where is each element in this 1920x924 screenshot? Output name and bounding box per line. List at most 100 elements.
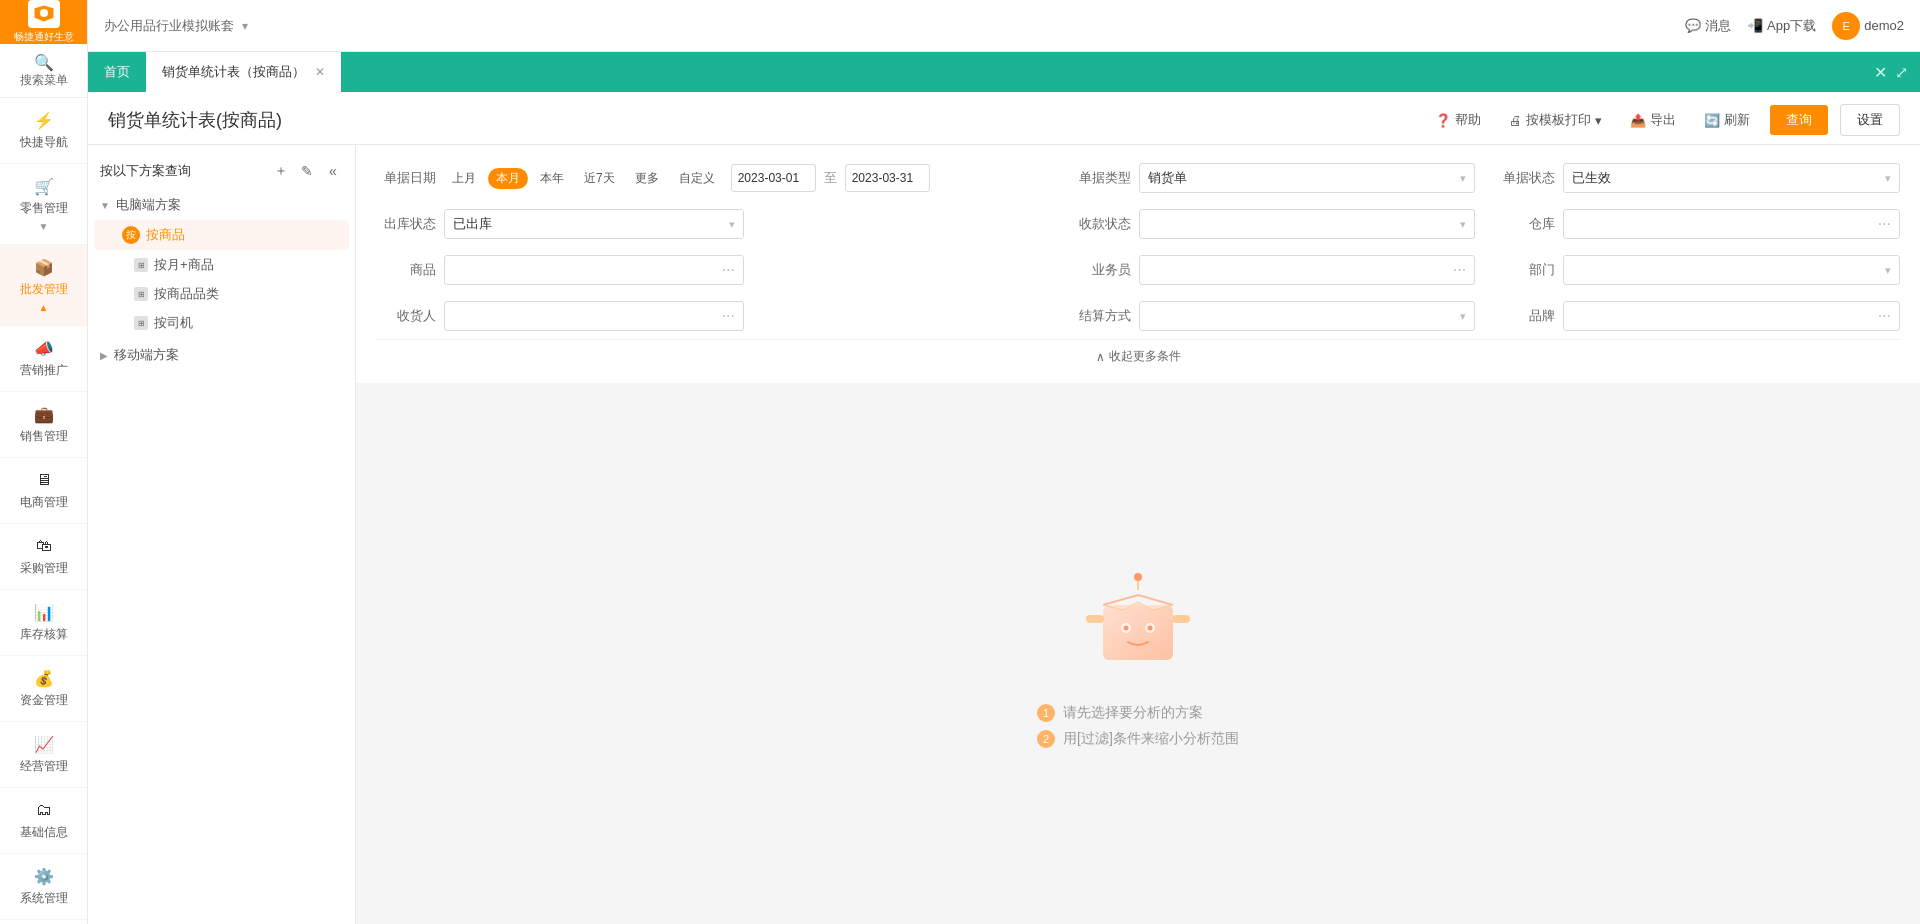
sidebar-item-purchase[interactable]: 🛍 采购管理	[0, 524, 87, 590]
sidebar-item-basic[interactable]: 🗂 基础信息	[0, 788, 87, 854]
marketing-label: 营销推广	[20, 362, 68, 379]
refresh-btn[interactable]: 🔄 刷新	[1696, 107, 1758, 133]
filter-out-status: 出库状态 已出库 ▾	[376, 209, 1051, 239]
main-area: 办公用品行业模拟账套 ▾ 💬 消息 📲 App下载 E demo2 首页	[88, 0, 1920, 924]
desktop-section-header[interactable]: ▼ 电脑端方案	[88, 191, 355, 219]
tab-home[interactable]: 首页	[88, 52, 146, 92]
refresh-label: 刷新	[1724, 111, 1750, 129]
tab-home-label: 首页	[104, 63, 130, 81]
topbar-right: 💬 消息 📲 App下载 E demo2	[1685, 12, 1904, 40]
tab-fullscreen-btn[interactable]: ⤢	[1895, 63, 1908, 82]
settings-btn[interactable]: 设置	[1840, 104, 1900, 136]
tab-report[interactable]: 销货单统计表（按商品） ✕	[146, 52, 341, 92]
tab-close-all-btn[interactable]: ✕	[1874, 63, 1887, 82]
operations-label: 经营管理	[20, 758, 68, 775]
receiver-input[interactable]: ···	[444, 301, 744, 331]
sidebar-item-system[interactable]: ⚙️ 系统管理	[0, 854, 87, 920]
date-from-input[interactable]: 2023-03-01	[731, 164, 816, 192]
doc-status-arrow: ▾	[1885, 172, 1891, 185]
help-icon: ❓	[1435, 113, 1451, 128]
warehouse-input[interactable]: ···	[1563, 209, 1900, 239]
filter-section: 单据日期 上月 本月 本年 近7天 更多 自定义	[356, 145, 1920, 383]
date-range: 上月 本月 本年 近7天 更多 自定义 2023-03-01	[444, 164, 1051, 192]
sidebar-item-operations[interactable]: 📈 经营管理	[0, 722, 87, 788]
template-print-btn[interactable]: 🖨 按模板打印 ▾	[1501, 107, 1610, 133]
collapse-panel-btn[interactable]: «	[323, 161, 343, 181]
quicknav-label: 快捷导航	[20, 134, 68, 151]
sidebar-item-retail[interactable]: 🛒 零售管理 ▼	[0, 164, 87, 245]
logo-text: 畅捷通好生意	[14, 30, 74, 44]
tab-report-label: 销货单统计表（按商品）	[162, 63, 305, 81]
date-pills: 上月 本月 本年 近7天 更多 自定义	[444, 168, 723, 189]
sidebar-item-ecommerce[interactable]: 🖥 电商管理	[0, 458, 87, 524]
sidebar-search-item[interactable]: 🔍 搜索菜单	[0, 44, 87, 98]
out-status-select[interactable]: 已出库 ▾	[444, 209, 744, 239]
date-pill-thismonth[interactable]: 本月	[488, 168, 528, 189]
date-pill-more[interactable]: 更多	[627, 168, 667, 189]
brand-input[interactable]: ···	[1563, 301, 1900, 331]
sidebar-item-inventory[interactable]: 📊 库存核算	[0, 590, 87, 656]
export-label: 导出	[1650, 111, 1676, 129]
search-icon: 🔍	[34, 52, 54, 72]
company-dropdown[interactable]: ▾	[242, 19, 248, 33]
out-status-arrow: ▾	[729, 218, 735, 231]
user-btn[interactable]: E demo2	[1832, 12, 1904, 40]
sidebar-item-sales[interactable]: 💼 销售管理	[0, 392, 87, 458]
svg-rect-7	[1172, 615, 1190, 623]
sidebar-item-finance[interactable]: 💰 资金管理	[0, 656, 87, 722]
tree-item-by-category[interactable]: ⊞ 按商品品类	[94, 280, 349, 308]
print-dropdown-icon: ▾	[1595, 113, 1602, 128]
tree-item-by-month-product[interactable]: ⊞ 按月+商品	[94, 251, 349, 279]
sales-label: 销售管理	[20, 428, 68, 445]
doc-status-select[interactable]: 已生效 ▾	[1563, 163, 1900, 193]
department-select[interactable]: ▾	[1563, 255, 1900, 285]
warehouse-label: 仓库	[1495, 215, 1555, 233]
svg-point-9	[1134, 573, 1142, 581]
settlement-arrow: ▾	[1460, 310, 1466, 323]
by-category-label: 按商品品类	[154, 285, 219, 303]
sidebar-item-quicknav[interactable]: ⚡ 快捷导航	[0, 98, 87, 164]
edit-scheme-btn[interactable]: ✎	[297, 161, 317, 181]
message-btn[interactable]: 💬 消息	[1685, 17, 1731, 35]
date-pill-custom[interactable]: 自定义	[671, 168, 723, 189]
sidebar-item-wholesale[interactable]: 📦 批发管理 ▲	[0, 245, 87, 326]
wholesale-label: 批发管理	[20, 281, 68, 298]
collapse-bar[interactable]: ∧ 收起更多条件	[376, 339, 1900, 373]
mobile-arrow: ▶	[100, 350, 108, 361]
doc-type-value: 销货单	[1148, 169, 1187, 187]
filter-doc-status: 单据状态 已生效 ▾	[1475, 163, 1900, 193]
date-pill-thisyear[interactable]: 本年	[532, 168, 572, 189]
left-panel-icons: ＋ ✎ «	[271, 161, 343, 181]
print-icon: 🖨	[1509, 113, 1522, 128]
tree-item-by-printer[interactable]: ⊞ 按司机	[94, 309, 349, 337]
salesperson-input[interactable]: ···	[1139, 255, 1476, 285]
date-pill-7days[interactable]: 近7天	[576, 168, 623, 189]
add-scheme-btn[interactable]: ＋	[271, 161, 291, 181]
doc-type-select[interactable]: 销货单 ▾	[1139, 163, 1476, 193]
inventory-label: 库存核算	[20, 626, 68, 643]
mobile-section-label: 移动端方案	[114, 346, 179, 364]
date-pill-lastmonth[interactable]: 上月	[444, 168, 484, 189]
app-download-btn[interactable]: 📲 App下载	[1747, 17, 1816, 35]
date-from-value: 2023-03-01	[738, 171, 799, 185]
product-input[interactable]: ···	[444, 255, 744, 285]
finance-icon: 💰	[34, 668, 54, 688]
doc-type-arrow: ▾	[1460, 172, 1466, 185]
collection-status-select[interactable]: ▾	[1139, 209, 1476, 239]
settlement-select[interactable]: ▾	[1139, 301, 1476, 331]
sidebar-item-enterprise[interactable]: 🤝 企业协同	[0, 920, 87, 924]
sidebar-item-marketing[interactable]: 📣 营销推广	[0, 326, 87, 392]
desktop-section-label: 电脑端方案	[116, 196, 181, 214]
export-btn[interactable]: 📤 导出	[1622, 107, 1684, 133]
filter-brand: 品牌 ···	[1475, 301, 1900, 331]
query-btn[interactable]: 查询	[1770, 105, 1828, 135]
filter-row-4: 收货人 ··· 结算方式 ▾	[376, 293, 1900, 339]
printer-icon: ⊞	[134, 316, 148, 330]
tab-close-btn[interactable]: ✕	[315, 65, 325, 79]
by-month-product-label: 按月+商品	[154, 256, 214, 274]
app-icon: 📲	[1747, 18, 1763, 33]
date-to-input[interactable]: 2023-03-31	[845, 164, 930, 192]
tree-item-by-product[interactable]: 按 按商品	[94, 220, 349, 250]
help-btn[interactable]: ❓ 帮助	[1427, 107, 1489, 133]
mobile-section-header[interactable]: ▶ 移动端方案	[88, 341, 355, 369]
